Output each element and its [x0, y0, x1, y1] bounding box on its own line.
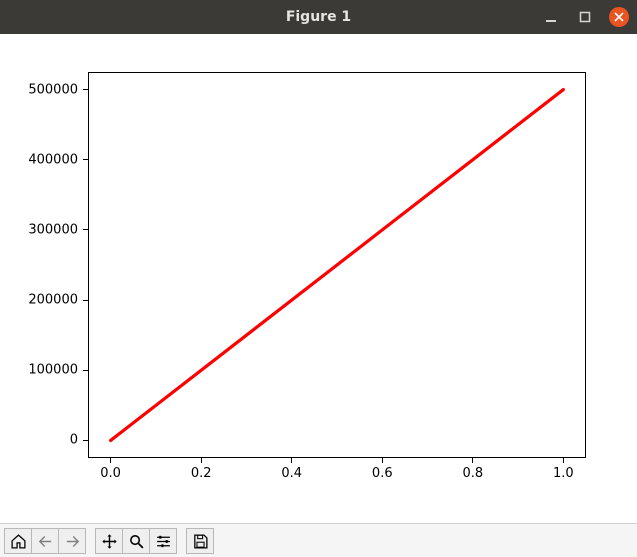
close-icon [614, 12, 624, 22]
back-icon [37, 533, 54, 550]
home-icon [10, 533, 27, 550]
save-button[interactable] [186, 528, 214, 554]
pan-icon [101, 533, 118, 550]
x-tick-label: 0.4 [281, 466, 302, 481]
configure-button[interactable] [149, 528, 177, 554]
x-tick-label: 1.0 [553, 466, 574, 481]
pan-button[interactable] [95, 528, 123, 554]
y-tick-label: 200000 [28, 293, 78, 308]
back-button[interactable] [31, 528, 59, 554]
x-tick-label: 0.8 [462, 466, 483, 481]
y-tick [83, 440, 88, 441]
titlebar: Figure 1 [0, 0, 637, 34]
y-tick [83, 370, 88, 371]
x-tick-label: 0.0 [100, 466, 121, 481]
y-tick-label: 300000 [28, 222, 78, 237]
y-tick-label: 400000 [28, 152, 78, 167]
zoom-button[interactable] [122, 528, 150, 554]
x-tick [201, 458, 202, 463]
sliders-icon [155, 533, 172, 550]
data-line [111, 90, 564, 441]
axes: 01000002000003000004000005000000.00.20.4… [88, 72, 586, 458]
y-tick [83, 89, 88, 90]
nav-toolbar [0, 523, 637, 557]
maximize-icon [579, 11, 591, 23]
y-tick [83, 300, 88, 301]
minimize-icon [545, 11, 557, 23]
x-tick [382, 458, 383, 463]
y-tick-label: 100000 [28, 363, 78, 378]
close-button[interactable] [609, 7, 629, 27]
minimize-button[interactable] [541, 7, 561, 27]
forward-button[interactable] [58, 528, 86, 554]
y-tick-label: 500000 [28, 82, 78, 97]
x-tick-label: 0.6 [372, 466, 393, 481]
x-tick [291, 458, 292, 463]
x-tick-label: 0.2 [191, 466, 212, 481]
window-controls [541, 0, 629, 34]
y-tick [83, 159, 88, 160]
y-tick-label: 0 [70, 433, 78, 448]
line-plot [88, 72, 586, 458]
home-button[interactable] [4, 528, 32, 554]
forward-icon [64, 533, 81, 550]
x-tick [110, 458, 111, 463]
x-tick [472, 458, 473, 463]
maximize-button[interactable] [575, 7, 595, 27]
x-tick [563, 458, 564, 463]
zoom-icon [128, 533, 145, 550]
y-tick [83, 229, 88, 230]
figure-canvas[interactable]: 0 100000 200000 300000 400000 500000 0.0 0.2 0.4… [0, 34, 637, 523]
save-icon [192, 533, 209, 550]
